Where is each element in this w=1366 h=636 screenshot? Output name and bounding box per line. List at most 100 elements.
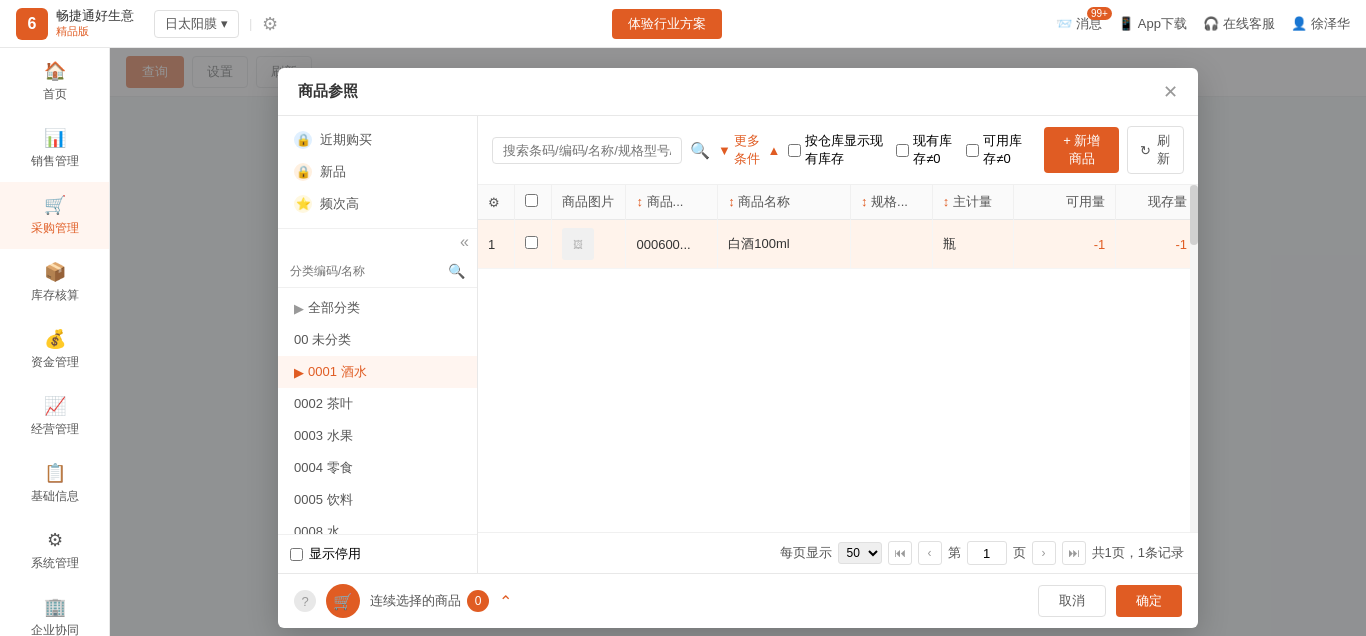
avail-ne-checkbox-input[interactable] bbox=[966, 144, 979, 157]
page-next-button[interactable]: › bbox=[1032, 541, 1056, 565]
modal-header: 商品参照 ✕ bbox=[278, 68, 1198, 116]
recent-icon: 🔒 bbox=[294, 131, 312, 149]
refresh-button[interactable]: ↻ 刷新 bbox=[1127, 126, 1184, 174]
collapse-icon[interactable]: « bbox=[460, 233, 469, 251]
cancel-button[interactable]: 取消 bbox=[1038, 585, 1106, 617]
category-search-input[interactable] bbox=[290, 264, 442, 278]
sidebar-item-sales[interactable]: 📊 销售管理 bbox=[0, 115, 109, 182]
sidebar-label-basic-info: 基础信息 bbox=[31, 488, 79, 505]
search-icon[interactable]: 🔍 bbox=[448, 263, 465, 279]
collapse-panel: « bbox=[278, 229, 477, 255]
page-label: 第 bbox=[948, 544, 961, 562]
sidebar: 🏠 首页 📊 销售管理 🛒 采购管理 📦 库存核算 💰 资金管理 📈 经营管理 … bbox=[0, 48, 110, 636]
settings-col-icon[interactable]: ⚙ bbox=[488, 195, 500, 210]
cell-avail: -1 bbox=[1014, 220, 1116, 269]
sidebar-item-operations[interactable]: 📈 经营管理 bbox=[0, 383, 109, 450]
cart-icon[interactable]: 🛒 bbox=[326, 584, 360, 618]
help-icon[interactable]: ? bbox=[294, 590, 316, 612]
quick-filter-new[interactable]: 🔒 新品 bbox=[278, 156, 477, 188]
checkbox-stock-ne[interactable]: 现有库存≠0 bbox=[896, 132, 958, 168]
stock-ne-checkbox-input[interactable] bbox=[896, 144, 909, 157]
cat-item-0002[interactable]: 0002 茶叶 bbox=[278, 388, 477, 420]
product-search-input[interactable] bbox=[492, 137, 682, 164]
warehouse-checkbox-input[interactable] bbox=[788, 144, 801, 157]
footer-right: 取消 确定 bbox=[1038, 585, 1182, 617]
sidebar-item-purchase[interactable]: 🛒 采购管理 bbox=[0, 182, 109, 249]
th-checkbox bbox=[515, 185, 552, 220]
home-icon: 🏠 bbox=[44, 60, 66, 82]
sidebar-item-enterprise[interactable]: 🏢 企业协同 bbox=[0, 584, 109, 636]
cat-arrow-all: ▶ bbox=[294, 301, 304, 316]
cat-item-0001[interactable]: ▶ 0001 酒水 bbox=[278, 356, 477, 388]
th-code: ↕ 商品... bbox=[626, 185, 718, 220]
row-checkbox[interactable] bbox=[525, 236, 538, 249]
nav-center: 体验行业方案 bbox=[278, 9, 1055, 39]
sidebar-item-system[interactable]: ⚙ 系统管理 bbox=[0, 517, 109, 584]
message-icon: 📨 bbox=[1056, 16, 1072, 31]
customer-service-nav[interactable]: 🎧 在线客服 bbox=[1203, 15, 1275, 33]
modal-overlay: 商品参照 ✕ 🔒 近期购买 🔒 bbox=[110, 48, 1366, 636]
page-first-button[interactable]: ⏮ bbox=[888, 541, 912, 565]
add-product-button[interactable]: + 新增商品 bbox=[1044, 127, 1119, 173]
show-disabled-label: 显示停用 bbox=[309, 545, 361, 563]
logo-area: 6 畅捷通好生意 精品版 bbox=[16, 8, 134, 40]
product-thumbnail: 🖼 bbox=[562, 228, 594, 260]
sidebar-label-home: 首页 bbox=[43, 86, 67, 103]
page-last-button[interactable]: ⏭ bbox=[1062, 541, 1086, 565]
sidebar-item-basic-info[interactable]: 📋 基础信息 bbox=[0, 450, 109, 517]
mobile-icon: 📱 bbox=[1118, 16, 1134, 31]
cta-button[interactable]: 体验行业方案 bbox=[612, 9, 722, 39]
cell-spec bbox=[850, 220, 932, 269]
page-size-label: 每页显示 bbox=[780, 544, 832, 562]
cell-checkbox bbox=[515, 220, 552, 269]
app-download-nav[interactable]: 📱 App下载 bbox=[1118, 15, 1187, 33]
filter-expand-icon: ▲ bbox=[768, 143, 781, 158]
scrollbar-track bbox=[1190, 185, 1198, 532]
purchase-icon: 🛒 bbox=[44, 194, 66, 216]
search-button-icon[interactable]: 🔍 bbox=[690, 141, 710, 160]
product-table: ⚙ 商品图片 bbox=[478, 185, 1198, 269]
sort-icon-code: ↕ bbox=[636, 194, 643, 209]
nav-selector[interactable]: 日太阳膜 ▾ bbox=[154, 10, 239, 38]
cat-item-0004[interactable]: 0004 零食 bbox=[278, 452, 477, 484]
close-icon[interactable]: ✕ bbox=[1163, 83, 1178, 101]
confirm-button[interactable]: 确定 bbox=[1116, 585, 1182, 617]
modal-body: 🔒 近期购买 🔒 新品 ⭐ 频次高 bbox=[278, 116, 1198, 573]
category-list: ▶ 全部分类 00 未分类 ▶ 0001 酒水 0002 茶 bbox=[278, 288, 477, 534]
footer-collapse-icon[interactable]: ⌃ bbox=[499, 592, 512, 611]
page-prev-button[interactable]: ‹ bbox=[918, 541, 942, 565]
cat-item-0005[interactable]: 0005 饮料 bbox=[278, 484, 477, 516]
finance-icon: 💰 bbox=[44, 328, 66, 350]
th-spec: ↕ 规格... bbox=[850, 185, 932, 220]
sidebar-label-system: 系统管理 bbox=[31, 555, 79, 572]
scrollbar-thumb[interactable] bbox=[1190, 185, 1198, 245]
page-size-select[interactable]: 50 bbox=[838, 542, 882, 564]
quick-filter-recent[interactable]: 🔒 近期购买 bbox=[278, 124, 477, 156]
operations-icon: 📈 bbox=[44, 395, 66, 417]
sidebar-item-home[interactable]: 🏠 首页 bbox=[0, 48, 109, 115]
sidebar-item-inventory[interactable]: 📦 库存核算 bbox=[0, 249, 109, 316]
cat-item-0003[interactable]: 0003 水果 bbox=[278, 420, 477, 452]
sidebar-item-finance[interactable]: 💰 资金管理 bbox=[0, 316, 109, 383]
user-avatar[interactable]: 👤 徐泽华 bbox=[1291, 15, 1350, 33]
gear-icon[interactable]: ⚙ bbox=[262, 13, 278, 35]
cell-name: 白酒100ml bbox=[718, 220, 851, 269]
cell-stock: -1 bbox=[1116, 220, 1198, 269]
sidebar-label-operations: 经营管理 bbox=[31, 421, 79, 438]
checkbox-warehouse[interactable]: 按仓库显示现有库存 bbox=[788, 132, 888, 168]
table-row[interactable]: 1 🖼 000600... 白酒100ml bbox=[478, 220, 1198, 269]
product-table-container: ⚙ 商品图片 bbox=[478, 185, 1198, 532]
cat-item-00[interactable]: 00 未分类 bbox=[278, 324, 477, 356]
more-filter-button[interactable]: ▼ 更多条件 ▲ bbox=[718, 132, 780, 168]
page-input[interactable] bbox=[967, 541, 1007, 565]
quick-filter-freq[interactable]: ⭐ 频次高 bbox=[278, 188, 477, 220]
show-disabled-checkbox[interactable] bbox=[290, 548, 303, 561]
cat-item-0008[interactable]: 0008 水 bbox=[278, 516, 477, 534]
messages-nav[interactable]: 📨 消息 99+ bbox=[1056, 15, 1102, 33]
message-badge: 99+ bbox=[1087, 7, 1112, 20]
product-reference-modal: 商品参照 ✕ 🔒 近期购买 🔒 bbox=[278, 68, 1198, 628]
cat-item-all[interactable]: ▶ 全部分类 bbox=[278, 292, 477, 324]
select-all-checkbox[interactable] bbox=[525, 194, 538, 207]
quick-filters: 🔒 近期购买 🔒 新品 ⭐ 频次高 bbox=[278, 116, 477, 229]
checkbox-avail-ne[interactable]: 可用库存≠0 bbox=[966, 132, 1028, 168]
